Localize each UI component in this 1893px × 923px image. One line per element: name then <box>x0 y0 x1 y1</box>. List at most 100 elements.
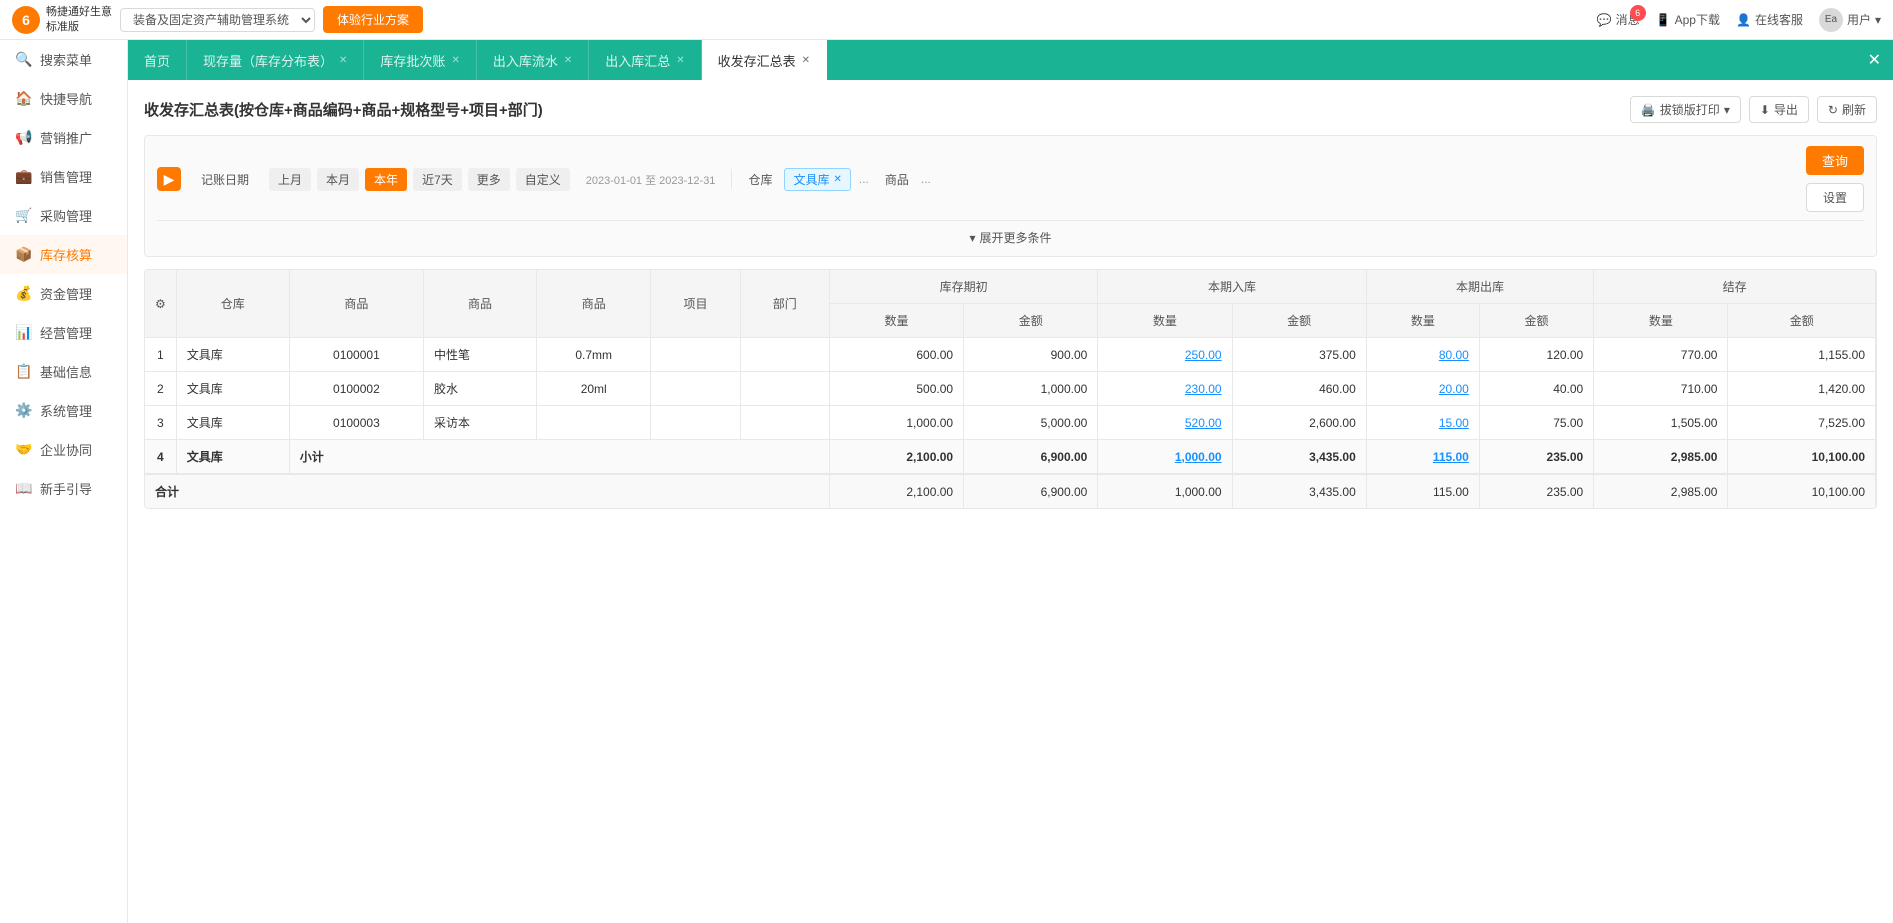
sidebar-item-4[interactable]: 🛒采购管理 <box>0 196 127 235</box>
date-btn-this-month[interactable]: 本月 <box>317 168 359 191</box>
row-warehouse-1: 文具库 <box>176 372 289 406</box>
system-select[interactable]: 装备及固定资产辅助管理系统 <box>120 8 315 32</box>
sidebar-item-8[interactable]: 📋基础信息 <box>0 352 127 391</box>
tab-close-3[interactable]: ✕ <box>564 55 572 66</box>
date-btn-last-month[interactable]: 上月 <box>269 168 311 191</box>
warehouse-more[interactable]: ... <box>859 172 869 186</box>
print-button[interactable]: 🖨️ 拔锁版打印 ▾ <box>1630 96 1741 123</box>
date-btn-this-year[interactable]: 本年 <box>365 168 407 191</box>
close-all-tabs-button[interactable]: ✕ <box>1856 50 1893 70</box>
sidebar-item-10[interactable]: 🤝企业协同 <box>0 430 127 469</box>
expand-more-button[interactable]: ▾ 展开更多条件 <box>157 220 1864 246</box>
sidebar-icon-2: 📢 <box>16 130 32 146</box>
export-button[interactable]: ⬇ 导出 <box>1749 96 1809 123</box>
data-table: ⚙ 仓库 商品 商品 商品 项目 部门 库存期初 本期入库 本期出库 <box>144 269 1877 509</box>
row-in-qty-2[interactable]: 520.00 <box>1098 406 1232 440</box>
row-out-qty-0[interactable]: 80.00 <box>1366 338 1479 372</box>
online-service-button[interactable]: 👤 在线客服 <box>1736 11 1803 28</box>
th-warehouse: 仓库 <box>176 270 289 338</box>
row-code-2: 0100003 <box>289 406 423 440</box>
row-close-qty-1: 710.00 <box>1594 372 1728 406</box>
tab-4[interactable]: 出入库汇总 ✕ <box>589 40 701 80</box>
page-title: 收发存汇总表(按仓库+商品编码+商品+规格型号+项目+部门) <box>144 99 543 120</box>
row-in-qty-0[interactable]: 250.00 <box>1098 338 1232 372</box>
sidebar-item-6[interactable]: 💰资金管理 <box>0 274 127 313</box>
sidebar-item-1[interactable]: 🏠快捷导航 <box>0 79 127 118</box>
tab-close-1[interactable]: ✕ <box>339 55 347 66</box>
th-in-group: 本期入库 <box>1098 270 1366 304</box>
refresh-button[interactable]: ↻ 刷新 <box>1817 96 1877 123</box>
tab-label-4: 出入库汇总 <box>605 51 670 70</box>
tab-3[interactable]: 出入库流水 ✕ <box>477 40 589 80</box>
tab-close-5[interactable]: ✕ <box>802 55 810 66</box>
row-close-qty-2: 1,505.00 <box>1594 406 1728 440</box>
th-close-qty: 数量 <box>1594 304 1728 338</box>
tab-label-3: 出入库流水 <box>493 51 558 70</box>
service-icon: 👤 <box>1736 13 1751 27</box>
export-icon: ⬇ <box>1760 103 1770 117</box>
sub-open-qty: 2,100.00 <box>829 440 963 475</box>
table-row: 1 文具库 0100001 中性笔 0.7mm 600.00 900.00 25… <box>145 338 1876 372</box>
settings-button[interactable]: 设置 <box>1806 183 1864 212</box>
sidebar-item-9[interactable]: ⚙️ 系统管理 <box>0 391 127 430</box>
message-button[interactable]: 💬 消息 6 <box>1597 11 1640 28</box>
sidebar-label-7: 经营管理 <box>40 323 92 342</box>
row-in-qty-1[interactable]: 230.00 <box>1098 372 1232 406</box>
row-open-amt-2: 5,000.00 <box>964 406 1098 440</box>
date-btn-more[interactable]: 更多 <box>468 168 510 191</box>
sidebar-item-2[interactable]: 📢营销推广 <box>0 118 127 157</box>
sidebar-item-11[interactable]: 📖新手引导 <box>0 469 127 508</box>
row-name-2: 采访本 <box>424 406 537 440</box>
logo: 6 畅捷通好生意 标准版 <box>12 5 112 34</box>
row-out-amt-0: 120.00 <box>1479 338 1593 372</box>
user-menu[interactable]: Ea 用户 ▾ <box>1819 8 1881 32</box>
filter-toggle-button[interactable]: ▶ <box>157 167 181 191</box>
row-open-qty-2: 1,000.00 <box>829 406 963 440</box>
sidebar-label-9: 系统管理 <box>40 401 92 420</box>
refresh-icon: ↻ <box>1828 103 1838 117</box>
query-button[interactable]: 查询 <box>1806 146 1864 175</box>
date-range-display: 2023-01-01 至 2023-12-31 <box>586 172 716 188</box>
table-settings-col[interactable]: ⚙ <box>145 270 176 338</box>
tab-5[interactable]: 收发存汇总表✕ <box>702 40 827 80</box>
sidebar-label-11: 新手引导 <box>40 479 92 498</box>
experience-button[interactable]: 体验行业方案 <box>323 6 423 33</box>
goods-more[interactable]: ... <box>921 172 931 186</box>
sub-in-qty[interactable]: 1,000.00 <box>1098 440 1232 475</box>
th-out-qty: 数量 <box>1366 304 1479 338</box>
warehouse-tag-close[interactable]: ✕ <box>833 174 841 185</box>
date-btn-7days[interactable]: 近7天 <box>413 168 462 191</box>
row-out-qty-1[interactable]: 20.00 <box>1366 372 1479 406</box>
sidebar-label-0: 搜索菜单 <box>40 50 92 69</box>
total-close-amt: 10,100.00 <box>1728 474 1876 508</box>
table-row: 3 文具库 0100003 采访本 1,000.00 5,000.00 520.… <box>145 406 1876 440</box>
sidebar-icon-8: 📋 <box>16 364 32 380</box>
sidebar-item-0[interactable]: 🔍搜索菜单 <box>0 40 127 79</box>
warehouse-tag[interactable]: 文具库 ✕ <box>784 168 850 191</box>
tab-close-4[interactable]: ✕ <box>676 55 684 66</box>
tab-2[interactable]: 库存批次账✕ <box>364 40 476 80</box>
sidebar-icon-3: 💼 <box>16 169 32 185</box>
sub-out-amt: 235.00 <box>1479 440 1593 475</box>
tab-close-2[interactable]: ✕ <box>451 55 459 66</box>
app-download-button[interactable]: 📱 App下载 <box>1656 11 1720 28</box>
row-open-qty-0: 600.00 <box>829 338 963 372</box>
sidebar-label-3: 销售管理 <box>40 167 92 186</box>
expand-icon: ▾ <box>969 231 975 245</box>
sub-no: 4 <box>145 440 176 475</box>
date-btn-custom[interactable]: 自定义 <box>516 168 570 191</box>
tab-0[interactable]: 首页 <box>128 40 187 80</box>
tab-1[interactable]: 现存量（库存分布表）✕ <box>187 40 364 80</box>
sidebar-icon-9: ⚙️ <box>16 403 32 419</box>
total-out-qty: 115.00 <box>1366 474 1479 508</box>
total-in-amt: 3,435.00 <box>1232 474 1366 508</box>
sidebar-item-5[interactable]: 📦库存核算 <box>0 235 127 274</box>
sub-out-qty[interactable]: 115.00 <box>1366 440 1479 475</box>
total-label: 合计 <box>145 474 829 508</box>
sidebar-item-7[interactable]: 📊经营管理 <box>0 313 127 352</box>
message-icon: 💬 <box>1597 13 1612 27</box>
row-out-amt-1: 40.00 <box>1479 372 1593 406</box>
row-out-qty-2[interactable]: 15.00 <box>1366 406 1479 440</box>
th-in-qty: 数量 <box>1098 304 1232 338</box>
sidebar-item-3[interactable]: 💼 销售管理 <box>0 157 127 196</box>
